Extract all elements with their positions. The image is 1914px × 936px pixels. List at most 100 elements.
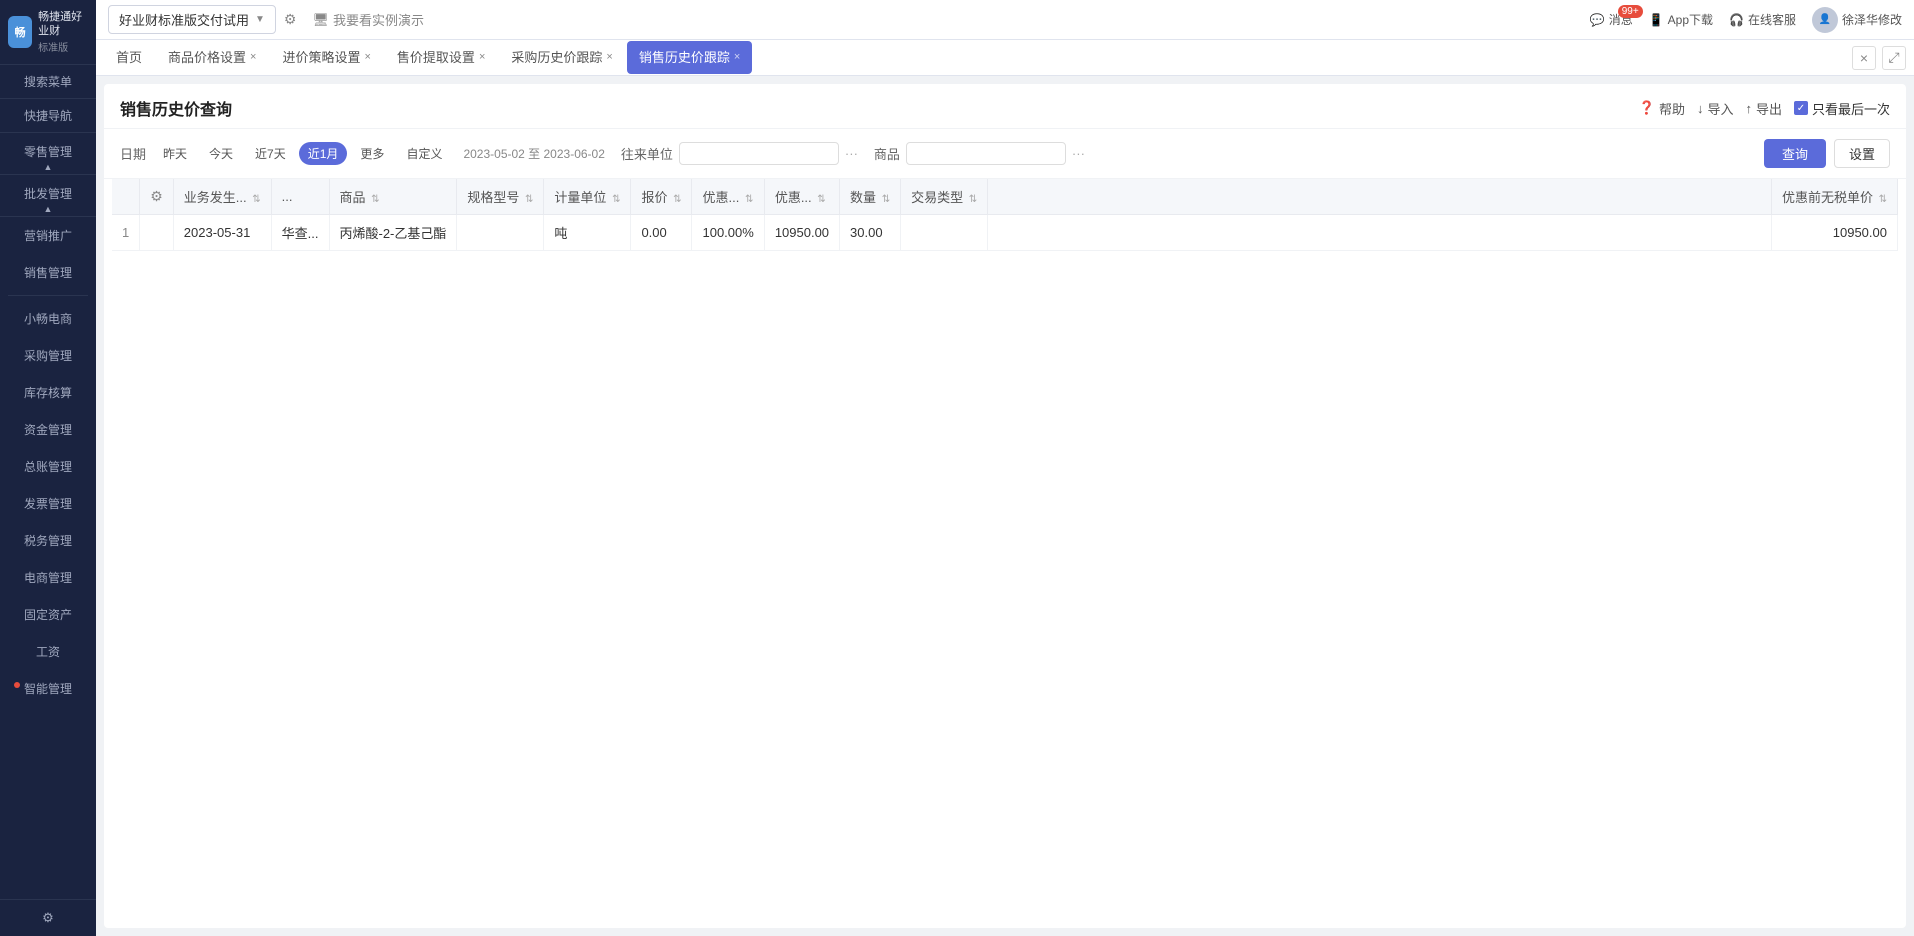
sidebar-item-wholesale[interactable]: 批发管理 ▲ xyxy=(0,175,96,217)
module-selector[interactable]: 好业财标准版交付试用 ▼ xyxy=(108,5,276,34)
sidebar-search[interactable]: 搜索菜单 xyxy=(0,65,96,99)
product-input[interactable] xyxy=(906,142,1066,165)
date-filter-group: 日期 昨天 今天 近7天 近1月 更多 自定义 2023-05-02 至 202… xyxy=(120,142,605,165)
sidebar-item-fixed-assets[interactable]: 固定资产 xyxy=(0,596,96,633)
tab-sale-price[interactable]: 售价提取设置 × xyxy=(385,41,497,74)
phone-icon: 📱 xyxy=(1649,13,1664,27)
col-discount-pct[interactable]: 优惠... ⇅ xyxy=(692,179,764,215)
tab-sales-history-label: 销售历史价跟踪 xyxy=(639,47,730,66)
sidebar-item-sales[interactable]: 销售管理 xyxy=(0,254,96,291)
only-last-checkbox[interactable]: ✓ 只看最后一次 xyxy=(1794,99,1890,118)
tab-home-label: 首页 xyxy=(116,47,142,66)
sidebar-item-ledger[interactable]: 总账管理 xyxy=(0,448,96,485)
date-btn-last1month[interactable]: 近1月 xyxy=(299,142,348,165)
tab-sale-price-close[interactable]: × xyxy=(479,51,485,63)
col-biz-date[interactable]: 业务发生... ⇅ xyxy=(173,179,271,215)
col-price[interactable]: 报价 ⇅ xyxy=(631,179,692,215)
tab-sales-history-close[interactable]: × xyxy=(734,51,740,63)
demo-link[interactable]: 🖥 我要看实例演示 xyxy=(312,10,424,29)
export-btn[interactable]: ↑ 导出 xyxy=(1745,99,1782,118)
source-unit-dots[interactable]: ··· xyxy=(845,146,858,161)
tab-pricing-strategy-close[interactable]: × xyxy=(364,51,370,63)
user-info[interactable]: 👤 徐泽华修改 xyxy=(1812,7,1902,33)
date-btn-today[interactable]: 今天 xyxy=(200,142,242,165)
row-trade-type xyxy=(901,215,988,251)
sidebar-item-marketing[interactable]: 营销推广 xyxy=(0,217,96,254)
product-dots[interactable]: ··· xyxy=(1072,146,1085,161)
col-gear[interactable]: ⚙ xyxy=(140,179,174,215)
date-btn-yesterday[interactable]: 昨天 xyxy=(154,142,196,165)
col-discount-pct-sort[interactable]: ⇅ xyxy=(745,194,753,205)
table-gear-icon[interactable]: ⚙ xyxy=(150,188,163,204)
topbar-settings-icon[interactable]: ⚙ xyxy=(284,11,297,28)
import-btn[interactable]: ↓ 导入 xyxy=(1697,99,1734,118)
query-button[interactable]: 查询 xyxy=(1764,139,1826,168)
col-index xyxy=(112,179,140,215)
date-btn-custom[interactable]: 自定义 xyxy=(397,142,451,165)
app-download-item[interactable]: 📱 App下载 xyxy=(1649,11,1713,28)
col-unit[interactable]: 计量单位 ⇅ xyxy=(544,179,631,215)
col-qty-sort[interactable]: ⇅ xyxy=(882,194,890,205)
tab-price-settings[interactable]: 商品价格设置 × xyxy=(156,41,268,74)
col-product-sort[interactable]: ⇅ xyxy=(371,194,379,205)
sidebar-item-purchase[interactable]: 采购管理 xyxy=(0,337,96,374)
sidebar-item-finance[interactable]: 资金管理 xyxy=(0,411,96,448)
col-qty[interactable]: 数量 ⇅ xyxy=(840,179,901,215)
col-unit-sort[interactable]: ⇅ xyxy=(612,194,620,205)
col-spec-sort[interactable]: ⇅ xyxy=(525,194,533,205)
sidebar-item-finance-label: 资金管理 xyxy=(24,421,72,438)
message-icon-item[interactable]: 💬 消息 99+ xyxy=(1590,11,1633,28)
col-dots[interactable]: ... xyxy=(271,179,329,215)
sidebar-item-ecommerce[interactable]: 电商管理 xyxy=(0,559,96,596)
tab-purchase-history-close[interactable]: × xyxy=(606,51,612,63)
row-biz-date: 2023-05-31 xyxy=(173,215,271,251)
sidebar-item-ecommerce-small-label: 小畅电商 xyxy=(24,310,72,327)
sidebar-item-inventory[interactable]: 库存核算 xyxy=(0,374,96,411)
sidebar-item-inventory-label: 库存核算 xyxy=(24,384,72,401)
col-price-sort[interactable]: ⇅ xyxy=(673,194,681,205)
col-trade-type-sort[interactable]: ⇅ xyxy=(969,194,977,205)
tab-expand-btn[interactable]: ⤢ xyxy=(1882,46,1906,70)
message-badge: 99+ xyxy=(1618,5,1643,18)
sidebar-item-invoice[interactable]: 发票管理 xyxy=(0,485,96,522)
sidebar-quick-nav[interactable]: 快捷导航 xyxy=(0,99,96,133)
help-btn[interactable]: ❓ 帮助 xyxy=(1639,99,1685,118)
sidebar-item-payroll-label: 工资 xyxy=(36,643,60,660)
sidebar-item-retail[interactable]: 零售管理 ▲ xyxy=(0,133,96,175)
table-row[interactable]: 1 2023-05-31 华查... 丙烯酸-2-乙基己酯 吨 0.00 100… xyxy=(112,215,1898,251)
col-trade-type[interactable]: 交易类型 ⇅ xyxy=(901,179,988,215)
tab-close-btn[interactable]: × xyxy=(1852,46,1876,70)
online-service-item[interactable]: 🎧 在线客服 xyxy=(1729,11,1796,28)
sidebar-item-tax[interactable]: 税务管理 xyxy=(0,522,96,559)
col-pre-tax-price-sort[interactable]: ⇅ xyxy=(1879,194,1887,205)
col-product[interactable]: 商品 ⇅ xyxy=(329,179,457,215)
col-discount-amt[interactable]: 优惠... ⇅ xyxy=(764,179,839,215)
settings-button[interactable]: 设置 xyxy=(1834,139,1890,168)
user-name: 徐泽华修改 xyxy=(1842,11,1902,28)
row-qty: 30.00 xyxy=(840,215,901,251)
app-logo-icon: 畅 xyxy=(8,16,32,48)
tab-price-settings-close[interactable]: × xyxy=(250,51,256,63)
sidebar-item-retail-arrow: ▲ xyxy=(44,162,53,172)
col-biz-date-sort[interactable]: ⇅ xyxy=(252,194,260,205)
tab-home[interactable]: 首页 xyxy=(104,41,154,74)
tab-purchase-history[interactable]: 采购历史价跟踪 × xyxy=(499,41,624,74)
date-filter-label: 日期 xyxy=(120,144,146,163)
col-spec[interactable]: 规格型号 ⇅ xyxy=(457,179,544,215)
sidebar-settings[interactable]: ⚙ xyxy=(0,899,96,936)
sidebar-item-payroll[interactable]: 工资 xyxy=(0,633,96,670)
source-unit-input[interactable] xyxy=(679,142,839,165)
only-last-label: 只看最后一次 xyxy=(1812,99,1890,118)
date-btn-last7[interactable]: 近7天 xyxy=(246,142,295,165)
demo-icon: 🖥 xyxy=(312,12,329,28)
help-icon: ❓ xyxy=(1639,100,1655,116)
tab-pricing-strategy[interactable]: 进价策略设置 × xyxy=(270,41,382,74)
col-discount-amt-sort[interactable]: ⇅ xyxy=(817,194,825,205)
sidebar-item-ecommerce-small[interactable]: 小畅电商 xyxy=(0,300,96,337)
sidebar-item-smart[interactable]: 智能管理 xyxy=(0,670,96,707)
checkbox-icon: ✓ xyxy=(1794,101,1808,115)
tab-sales-history[interactable]: 销售历史价跟踪 × xyxy=(627,41,752,74)
table-header-row: ⚙ 业务发生... ⇅ ... 商品 ⇅ xyxy=(112,179,1898,215)
col-pre-tax-price[interactable]: 优惠前无税单价 ⇅ xyxy=(1771,179,1897,215)
date-btn-more[interactable]: 更多 xyxy=(351,142,393,165)
